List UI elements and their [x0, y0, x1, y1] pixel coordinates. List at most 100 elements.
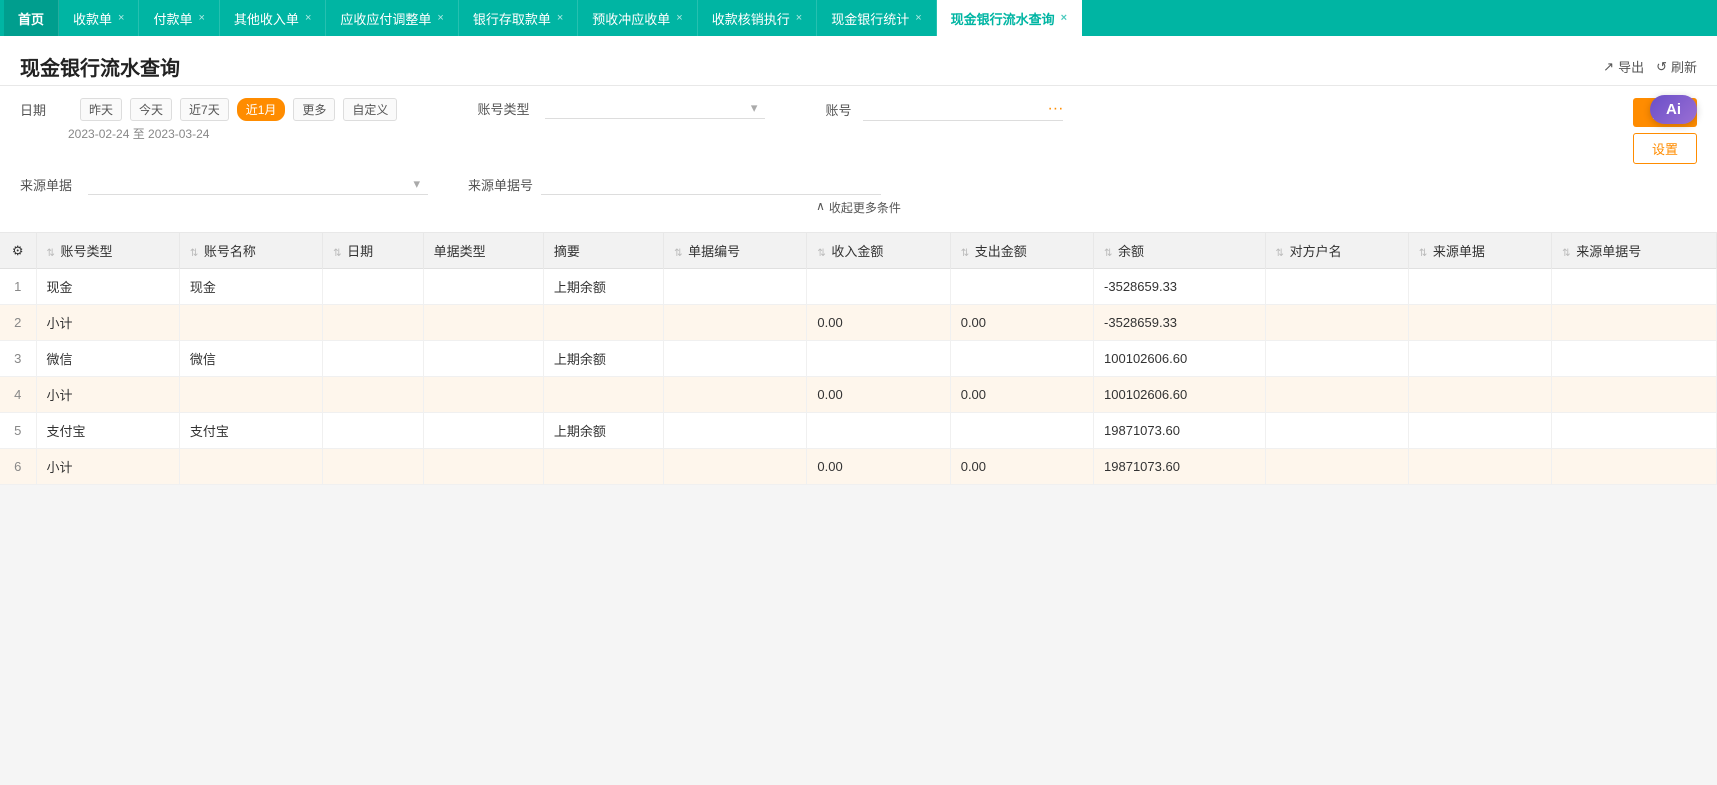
source-doc-no-input[interactable] — [541, 177, 881, 192]
col-account-name[interactable]: ⇅ 账号名称 — [179, 233, 322, 269]
account-type-select[interactable]: ▾ — [545, 98, 765, 119]
col-source-doc[interactable]: ⇅ 来源单据 — [1408, 233, 1551, 269]
export-button[interactable]: ↗ 导出 — [1603, 57, 1644, 76]
close-icon[interactable]: × — [796, 12, 802, 24]
cell-doc-type — [423, 341, 543, 377]
sort-icon: ⇅ — [817, 248, 825, 259]
nav-tab-liushuichaxun[interactable]: 现金银行流水查询 × — [937, 0, 1082, 36]
ai-assistant-button[interactable]: Ai — [1650, 95, 1697, 124]
export-icon: ↗ — [1603, 59, 1614, 75]
cell-expense — [950, 413, 1093, 449]
nav-tab-label: 现金银行流水查询 — [951, 9, 1055, 28]
cell-balance: 19871073.60 — [1094, 449, 1266, 485]
row-number: 4 — [0, 377, 36, 413]
close-icon[interactable]: × — [676, 12, 682, 24]
header-actions: ↗ 导出 ↺ 刷新 — [1603, 57, 1697, 76]
cell-doc-no — [664, 269, 807, 305]
cell-counterpart — [1265, 449, 1408, 485]
col-source-doc-no[interactable]: ⇅ 来源单据号 — [1552, 233, 1717, 269]
refresh-icon: ↺ — [1656, 59, 1667, 75]
nav-tab-fukuandan[interactable]: 付款单 × — [139, 0, 219, 36]
close-icon[interactable]: × — [915, 12, 921, 24]
cell-date — [323, 413, 424, 449]
top-navigation: 首页 收款单 × 付款单 × 其他收入单 × 应收应付调整单 × 银行存取款单 … — [0, 0, 1717, 36]
close-icon[interactable]: × — [198, 12, 204, 24]
account-dots-button[interactable]: ··· — [1047, 100, 1063, 118]
cell-doc-type — [423, 413, 543, 449]
cell-account-type: 小计 — [36, 377, 179, 413]
cell-income — [807, 413, 950, 449]
cell-account-name: 支付宝 — [179, 413, 322, 449]
cell-income — [807, 341, 950, 377]
col-account-type[interactable]: ⇅ 账号类型 — [36, 233, 179, 269]
account-input[interactable] — [863, 102, 1043, 117]
nav-home[interactable]: 首页 — [4, 0, 59, 36]
nav-tab-label: 预收冲应收单 — [592, 9, 670, 28]
cell-source-doc — [1408, 377, 1551, 413]
nav-home-label: 首页 — [18, 9, 44, 28]
sort-icon: ⇅ — [47, 248, 55, 259]
settings-button[interactable]: 设置 — [1633, 133, 1697, 164]
cell-balance: -3528659.33 — [1094, 269, 1266, 305]
cell-doc-type — [423, 269, 543, 305]
col-expense[interactable]: ⇅ 支出金额 — [950, 233, 1093, 269]
collapse-label: 收起更多条件 — [829, 199, 901, 216]
collapse-button[interactable]: ∧ 收起更多条件 — [20, 195, 1697, 220]
col-date[interactable]: ⇅ 日期 — [323, 233, 424, 269]
cell-income: 0.00 — [807, 449, 950, 485]
close-icon[interactable]: × — [437, 12, 443, 24]
col-summary: 摘要 — [543, 233, 663, 269]
date-btn-custom[interactable]: 自定义 — [343, 98, 397, 121]
close-icon[interactable]: × — [557, 12, 563, 24]
refresh-label: 刷新 — [1671, 57, 1697, 76]
nav-tab-yushoudan[interactable]: 预收冲应收单 × — [578, 0, 697, 36]
cell-source-doc-no — [1552, 377, 1717, 413]
cell-source-doc-no — [1552, 413, 1717, 449]
col-balance[interactable]: ⇅ 余额 — [1094, 233, 1266, 269]
nav-tab-xianjintongji[interactable]: 现金银行统计 × — [817, 0, 936, 36]
row-number: 1 — [0, 269, 36, 305]
close-icon[interactable]: × — [1061, 12, 1067, 24]
cell-counterpart — [1265, 305, 1408, 341]
cell-source-doc-no — [1552, 341, 1717, 377]
nav-tab-shoukuandan[interactable]: 收款单 × — [59, 0, 139, 36]
nav-tab-label: 银行存取款单 — [473, 9, 551, 28]
cell-account-name: 微信 — [179, 341, 322, 377]
date-btn-today[interactable]: 今天 — [130, 98, 172, 121]
nav-tab-yinhangcuqukuan[interactable]: 银行存取款单 × — [459, 0, 578, 36]
source-doc-no-wrap — [541, 175, 881, 195]
sort-icon: ⇅ — [333, 248, 341, 259]
date-btn-more[interactable]: 更多 — [293, 98, 335, 121]
source-doc-no-label: 来源单据号 — [468, 175, 533, 194]
nav-tab-shoukuanzhixing[interactable]: 收款核销执行 × — [698, 0, 817, 36]
col-doc-no[interactable]: ⇅ 单据编号 — [664, 233, 807, 269]
cell-doc-no — [664, 449, 807, 485]
date-btn-7days[interactable]: 近7天 — [180, 98, 229, 121]
col-counterpart[interactable]: ⇅ 对方户名 — [1265, 233, 1408, 269]
close-icon[interactable]: × — [118, 12, 124, 24]
sort-icon: ⇅ — [190, 248, 198, 259]
date-btn-1month[interactable]: 近1月 — [237, 98, 286, 121]
cell-income: 0.00 — [807, 305, 950, 341]
cell-counterpart — [1265, 413, 1408, 449]
data-table-container: ⚙ ⇅ 账号类型 ⇅ 账号名称 ⇅ 日期 单据类型 摘要 — [0, 233, 1717, 485]
close-icon[interactable]: × — [305, 12, 311, 24]
table-row: 4 小计 0.00 0.00 100102606.60 — [0, 377, 1717, 413]
date-filter-label: 日期 — [20, 100, 60, 119]
source-doc-select[interactable]: ▾ — [88, 174, 428, 195]
date-btn-yesterday[interactable]: 昨天 — [80, 98, 122, 121]
gear-settings-icon[interactable]: ⚙ — [12, 243, 24, 258]
cell-source-doc-no — [1552, 269, 1717, 305]
row-number: 5 — [0, 413, 36, 449]
account-type-label: 账号类型 — [477, 99, 537, 118]
cell-doc-no — [664, 305, 807, 341]
refresh-button[interactable]: ↺ 刷新 — [1656, 57, 1697, 76]
col-income[interactable]: ⇅ 收入金额 — [807, 233, 950, 269]
cell-balance: 19871073.60 — [1094, 413, 1266, 449]
nav-tab-qitashouru[interactable]: 其他收入单 × — [220, 0, 326, 36]
cell-summary: 上期余额 — [543, 413, 663, 449]
cell-expense — [950, 341, 1093, 377]
nav-tab-yingshoutiaozheng[interactable]: 应收应付调整单 × — [326, 0, 458, 36]
cell-account-type: 现金 — [36, 269, 179, 305]
cell-summary — [543, 377, 663, 413]
